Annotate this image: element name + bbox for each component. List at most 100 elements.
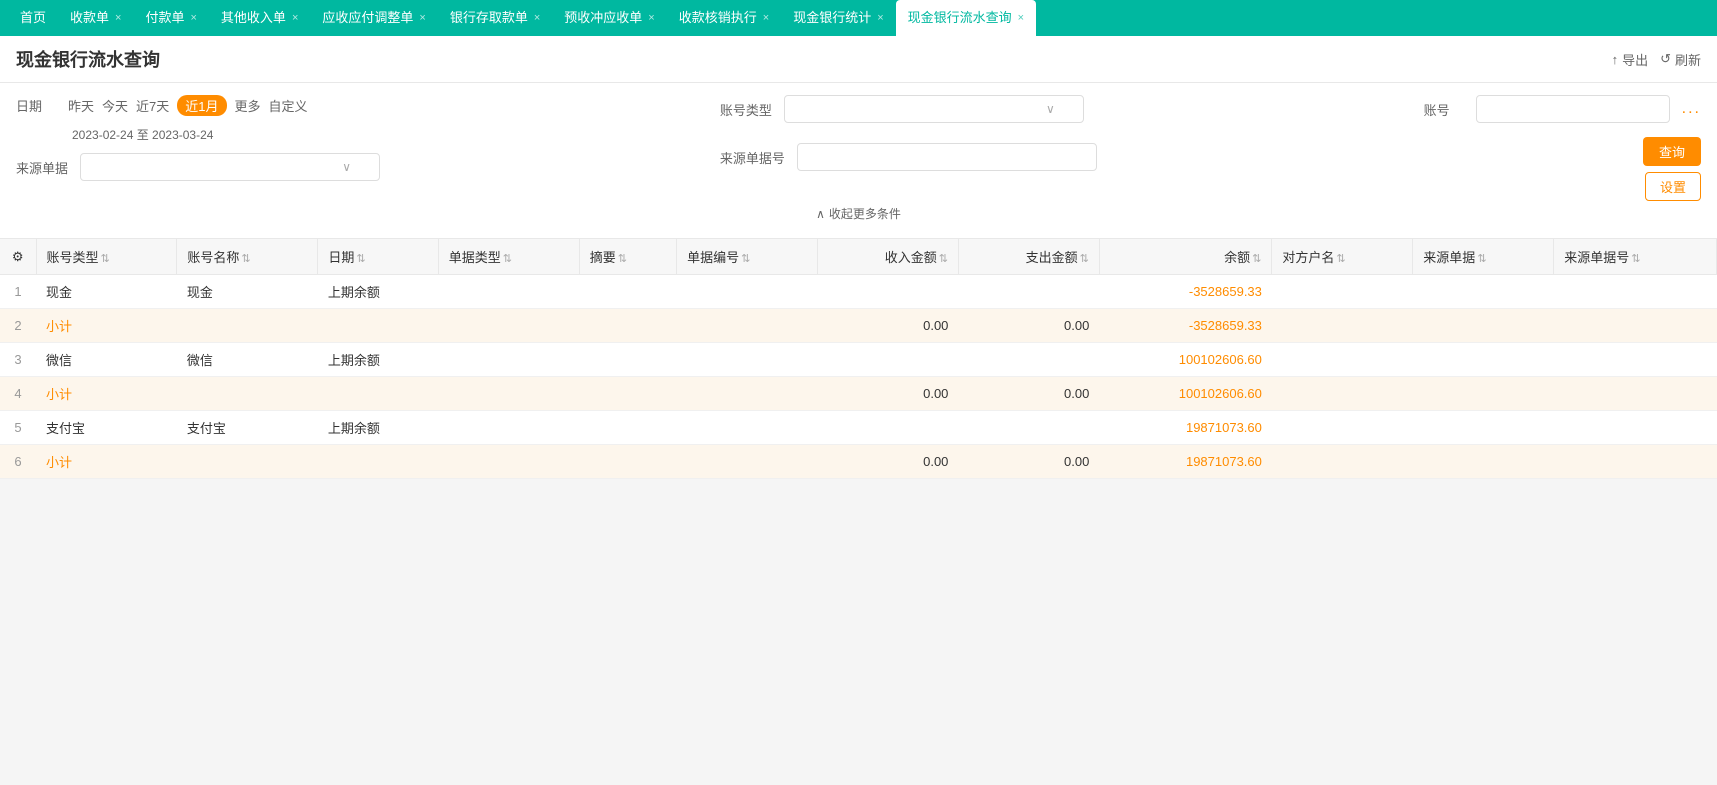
cell-account-type: 微信 bbox=[36, 343, 177, 377]
data-table-container: ⚙ 账号类型⇅ 账号名称⇅ 日期⇅ 单据类型⇅ 摘要⇅ 单据编号⇅ 收入金额⇅ … bbox=[0, 239, 1717, 479]
close-icon[interactable]: × bbox=[1018, 0, 1024, 36]
shortcut-today[interactable]: 今天 bbox=[102, 96, 128, 115]
table-row: 2小计0.000.00-3528659.33 bbox=[0, 309, 1717, 343]
cell-doc-no bbox=[677, 343, 818, 377]
shortcut-custom[interactable]: 自定义 bbox=[269, 96, 308, 115]
row-number: 4 bbox=[0, 377, 36, 411]
gear-icon: ⚙ bbox=[12, 249, 24, 264]
cell-source-doc-no bbox=[1554, 309, 1717, 343]
col-source-doc-no[interactable]: 来源单据号⇅ bbox=[1554, 239, 1717, 275]
nav-tab-yushou[interactable]: 预收冲应收单 × bbox=[552, 0, 666, 36]
source-doc-no-input[interactable] bbox=[797, 143, 1097, 171]
cell-income bbox=[818, 275, 959, 309]
cell-expense bbox=[958, 275, 1099, 309]
account-type-select[interactable]: ∨ bbox=[784, 95, 1084, 123]
cell-source-doc bbox=[1413, 411, 1554, 445]
account-dots-button[interactable]: ... bbox=[1682, 100, 1701, 118]
close-icon[interactable]: × bbox=[534, 0, 540, 36]
nav-tab-yingshouyingfu[interactable]: 应收应付调整单 × bbox=[310, 0, 437, 36]
close-icon[interactable]: × bbox=[292, 0, 298, 36]
nav-tab-fukuandan[interactable]: 付款单 × bbox=[133, 0, 208, 36]
table-row: 6小计0.000.0019871073.60 bbox=[0, 445, 1717, 479]
shortcut-7days[interactable]: 近7天 bbox=[136, 96, 169, 115]
page-title: 现金银行流水查询 bbox=[16, 46, 160, 72]
sort-icon: ⇅ bbox=[939, 253, 948, 265]
cell-counterparty bbox=[1272, 377, 1413, 411]
cell-doc-no bbox=[677, 377, 818, 411]
table-row: 1现金现金上期余额-3528659.33 bbox=[0, 275, 1717, 309]
col-doc-no[interactable]: 单据编号⇅ bbox=[677, 239, 818, 275]
col-gear[interactable]: ⚙ bbox=[0, 239, 36, 275]
row-number: 1 bbox=[0, 275, 36, 309]
collapse-bar[interactable]: ∧ 收起更多条件 bbox=[16, 201, 1701, 226]
close-icon[interactable]: × bbox=[648, 0, 654, 36]
shortcut-yesterday[interactable]: 昨天 bbox=[68, 96, 94, 115]
cell-expense bbox=[958, 343, 1099, 377]
filter-area: 日期 昨天 今天 近7天 近1月 更多 自定义 2023-02-24 至 202… bbox=[0, 83, 1717, 239]
col-balance[interactable]: 余额⇅ bbox=[1099, 239, 1272, 275]
col-doc-type[interactable]: 单据类型⇅ bbox=[438, 239, 579, 275]
col-expense[interactable]: 支出金额⇅ bbox=[958, 239, 1099, 275]
nav-tab-shoukuandan[interactable]: 收款单 × bbox=[58, 0, 133, 36]
sort-icon: ⇅ bbox=[1336, 253, 1345, 265]
cell-date bbox=[318, 377, 438, 411]
cell-source-doc-no bbox=[1554, 411, 1717, 445]
cell-doc-type bbox=[438, 411, 579, 445]
col-source-doc[interactable]: 来源单据⇅ bbox=[1413, 239, 1554, 275]
shortcut-more[interactable]: 更多 bbox=[235, 96, 261, 115]
close-icon[interactable]: × bbox=[763, 0, 769, 36]
close-icon[interactable]: × bbox=[190, 0, 196, 36]
nav-tab-yinhangcunqu[interactable]: 银行存取款单 × bbox=[438, 0, 552, 36]
sort-icon: ⇅ bbox=[1252, 253, 1261, 265]
close-icon[interactable]: × bbox=[419, 0, 425, 36]
cell-date: 上期余额 bbox=[318, 343, 438, 377]
col-account-name[interactable]: 账号名称⇅ bbox=[177, 239, 318, 275]
nav-tab-shoukuanhexiao[interactable]: 收款核销执行 × bbox=[667, 0, 781, 36]
cell-account-name: 微信 bbox=[177, 343, 318, 377]
nav-tab-qitashouruan[interactable]: 其他收入单 × bbox=[209, 0, 310, 36]
close-icon[interactable]: × bbox=[115, 0, 121, 36]
cell-summary bbox=[579, 275, 676, 309]
row-number: 2 bbox=[0, 309, 36, 343]
cell-counterparty bbox=[1272, 411, 1413, 445]
cell-source-doc-no bbox=[1554, 343, 1717, 377]
nav-tab-liushui[interactable]: 现金银行流水查询 × bbox=[896, 0, 1036, 36]
cell-summary bbox=[579, 343, 676, 377]
col-income[interactable]: 收入金额⇅ bbox=[818, 239, 959, 275]
col-counterparty[interactable]: 对方户名⇅ bbox=[1272, 239, 1413, 275]
col-summary[interactable]: 摘要⇅ bbox=[579, 239, 676, 275]
cell-date bbox=[318, 309, 438, 343]
cell-account-type: 现金 bbox=[36, 275, 177, 309]
cell-income bbox=[818, 343, 959, 377]
cell-summary bbox=[579, 309, 676, 343]
nav-home[interactable]: 首页 bbox=[8, 0, 58, 36]
cell-income: 0.00 bbox=[818, 377, 959, 411]
col-date[interactable]: 日期⇅ bbox=[318, 239, 438, 275]
col-account-type[interactable]: 账号类型⇅ bbox=[36, 239, 177, 275]
close-icon[interactable]: × bbox=[877, 0, 883, 36]
cell-date: 上期余额 bbox=[318, 275, 438, 309]
cell-summary bbox=[579, 411, 676, 445]
cell-doc-type bbox=[438, 445, 579, 479]
cell-source-doc bbox=[1413, 275, 1554, 309]
account-input[interactable] bbox=[1476, 95, 1670, 123]
shortcut-1month[interactable]: 近1月 bbox=[177, 95, 226, 116]
cell-balance: 19871073.60 bbox=[1099, 445, 1272, 479]
cell-account-name: 支付宝 bbox=[177, 411, 318, 445]
query-button[interactable]: 查询 bbox=[1643, 137, 1701, 166]
refresh-button[interactable]: ↺ 刷新 bbox=[1660, 50, 1701, 69]
nav-tab-xianjinyinhangtongjit[interactable]: 现金银行统计 × bbox=[781, 0, 895, 36]
export-button[interactable]: ↑ 导出 bbox=[1612, 50, 1649, 69]
settings-button[interactable]: 设置 bbox=[1645, 172, 1701, 201]
sort-icon: ⇅ bbox=[356, 253, 365, 265]
cell-date: 上期余额 bbox=[318, 411, 438, 445]
table-row: 3微信微信上期余额100102606.60 bbox=[0, 343, 1717, 377]
source-doc-select[interactable]: ∨ bbox=[80, 153, 380, 181]
cell-account-name: 现金 bbox=[177, 275, 318, 309]
cell-income bbox=[818, 411, 959, 445]
data-table: ⚙ 账号类型⇅ 账号名称⇅ 日期⇅ 单据类型⇅ 摘要⇅ 单据编号⇅ 收入金额⇅ … bbox=[0, 239, 1717, 479]
cell-account-type: 小计 bbox=[36, 445, 177, 479]
export-icon: ↑ bbox=[1612, 52, 1619, 67]
cell-account-name bbox=[177, 445, 318, 479]
cell-income: 0.00 bbox=[818, 445, 959, 479]
